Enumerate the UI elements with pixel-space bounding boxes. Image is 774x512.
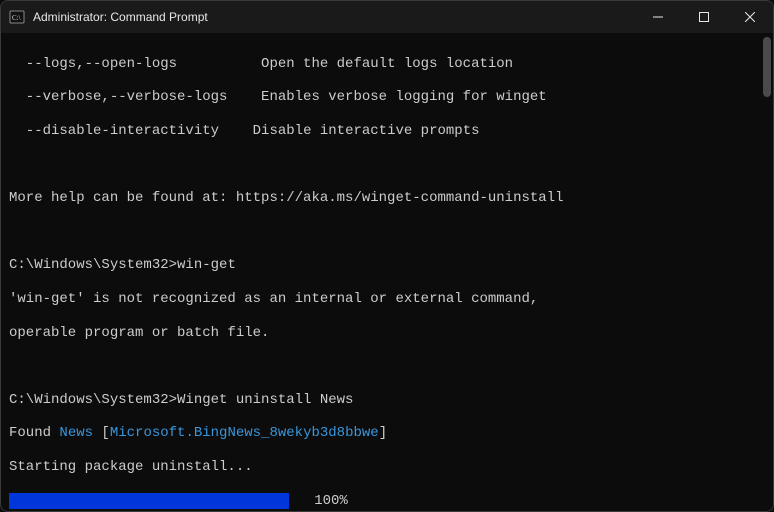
prompt: C:\Windows\System32> [9, 392, 177, 408]
found-package-id: Microsoft.BingNews_8wekyb3d8bbwe [110, 425, 379, 441]
terminal-area[interactable]: --logs,--open-logs Open the default logs… [1, 33, 773, 512]
window-controls [635, 1, 773, 33]
progress-gap [289, 493, 314, 510]
error-line: 'win-get' is not recognized as an intern… [9, 291, 765, 308]
option-desc: Disable interactive prompts [253, 123, 480, 139]
minimize-button[interactable] [635, 1, 681, 33]
window-title: Administrator: Command Prompt [33, 10, 208, 24]
bracket-close: ] [379, 425, 387, 441]
option-flags: --logs,--open-logs [9, 56, 177, 72]
cmd-icon: C:\ [9, 9, 25, 25]
progress-bar [9, 493, 289, 509]
starting-line: Starting package uninstall... [9, 459, 765, 476]
terminal-output: --logs,--open-logs Open the default logs… [9, 39, 765, 512]
scrollbar-thumb[interactable] [763, 37, 771, 97]
error-line: operable program or batch file. [9, 325, 765, 342]
close-button[interactable] [727, 1, 773, 33]
bracket-open: [ [93, 425, 110, 441]
maximize-button[interactable] [681, 1, 727, 33]
option-flags: --disable-interactivity [9, 123, 219, 139]
title-left: C:\ Administrator: Command Prompt [9, 9, 208, 25]
typed-command: Winget uninstall News [177, 392, 353, 408]
typed-command: win-get [177, 257, 236, 273]
option-gap [227, 89, 261, 105]
svg-text:C:\: C:\ [12, 14, 21, 22]
command-prompt-window: C:\ Administrator: Command Prompt --logs… [0, 0, 774, 512]
option-gap [177, 56, 261, 72]
titlebar[interactable]: C:\ Administrator: Command Prompt [1, 1, 773, 33]
option-flags: --verbose,--verbose-logs [9, 89, 227, 105]
help-line: More help can be found at: https://aka.m… [9, 190, 765, 207]
option-desc: Open the default logs location [261, 56, 513, 72]
found-package-name: News [59, 425, 93, 441]
found-prefix: Found [9, 425, 59, 441]
prompt: C:\Windows\System32> [9, 257, 177, 273]
option-desc: Enables verbose logging for winget [261, 89, 547, 105]
progress-percent: 100% [314, 493, 348, 510]
option-gap [219, 123, 253, 139]
